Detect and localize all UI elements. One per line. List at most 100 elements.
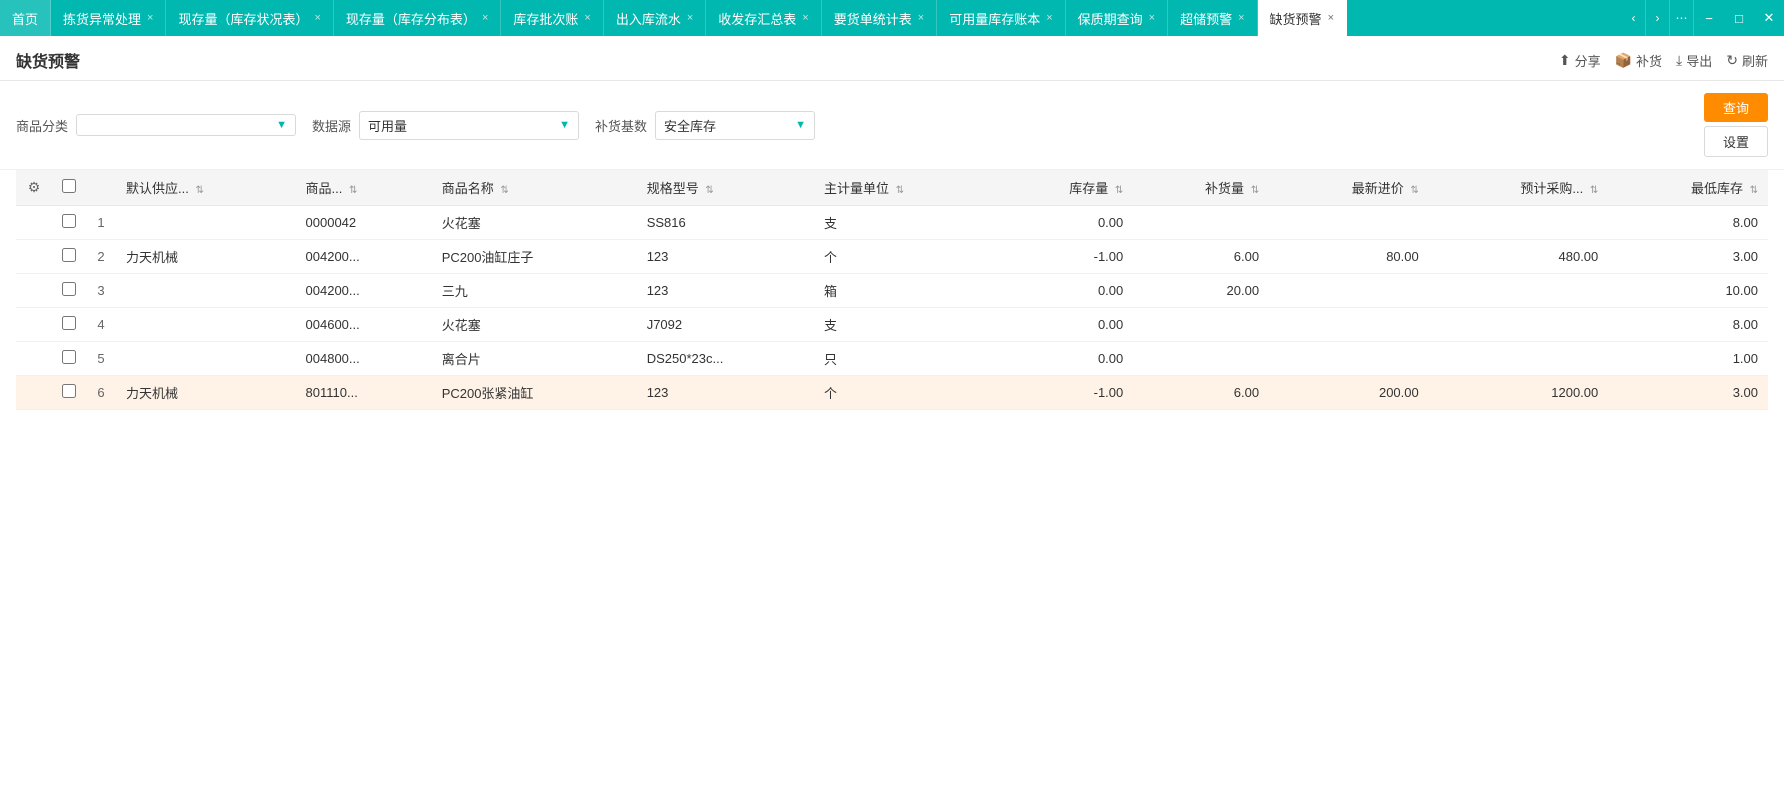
tab-close-3[interactable]: × (482, 12, 488, 24)
th-checkbox[interactable] (52, 170, 86, 206)
tab-item-6[interactable]: 收发存汇总表× (706, 0, 821, 36)
row-unit-2: 箱 (814, 274, 998, 308)
th-num (86, 170, 116, 206)
tab-prev-btn[interactable]: ‹ (1622, 0, 1646, 36)
tab-close-7[interactable]: × (918, 12, 924, 24)
row-latest-price-3 (1269, 308, 1429, 342)
window-close-btn[interactable]: ✕ (1754, 0, 1784, 36)
row-num-3: 4 (86, 308, 116, 342)
row-unit-0: 支 (814, 206, 998, 240)
share-label: 分享 (1575, 51, 1601, 70)
row-spec-2: 123 (637, 274, 814, 308)
basis-select[interactable]: 安全库存 ▼ (655, 111, 815, 140)
row-goods-code-2: 004200... (296, 274, 432, 308)
row-unit-4: 只 (814, 342, 998, 376)
row-est-purchase-2 (1429, 274, 1609, 308)
row-min-stock-1: 3.00 (1608, 240, 1768, 274)
tab-close-11[interactable]: × (1328, 12, 1334, 24)
th-goods-name[interactable]: 商品名称 ⇅ (432, 170, 637, 206)
th-supplier[interactable]: 默认供应... ⇅ (116, 170, 296, 206)
sort-min-stock-icon: ⇅ (1750, 185, 1758, 196)
row-checkbox-0[interactable] (62, 214, 76, 228)
row-est-purchase-0 (1429, 206, 1609, 240)
tab-close-10[interactable]: × (1238, 12, 1244, 24)
row-checkbox-3[interactable] (62, 316, 76, 330)
tab-item-4[interactable]: 库存批次账× (501, 0, 603, 36)
row-checkbox-1[interactable] (62, 248, 76, 262)
tab-item-9[interactable]: 保质期查询× (1066, 0, 1168, 36)
th-stock[interactable]: 库存量 ⇅ (997, 170, 1133, 206)
tab-item-2[interactable]: 现存量（库存状况表）× (166, 0, 333, 36)
refresh-btn[interactable]: ↻ 刷新 (1726, 51, 1768, 70)
tab-close-6[interactable]: × (802, 12, 808, 24)
th-supplement[interactable]: 补货量 ⇅ (1133, 170, 1269, 206)
tab-close-9[interactable]: × (1149, 12, 1155, 24)
tab-next-btn[interactable]: › (1646, 0, 1670, 36)
row-min-stock-3: 8.00 (1608, 308, 1768, 342)
tab-item-7[interactable]: 要货单统计表× (822, 0, 937, 36)
gear-icon[interactable]: ⚙ (28, 179, 41, 195)
row-goods-name-4: 离合片 (432, 342, 637, 376)
settings-button[interactable]: 设置 (1704, 126, 1768, 157)
tab-item-3[interactable]: 现存量（库存分布表） × (334, 0, 501, 36)
th-latest-price[interactable]: 最新进价 ⇅ (1269, 170, 1429, 206)
th-goods-code[interactable]: 商品... ⇅ (296, 170, 432, 206)
row-gear-3 (16, 308, 52, 342)
row-goods-name-2: 三九 (432, 274, 637, 308)
tab-label-3: 现存量（库存分布表） (346, 9, 476, 28)
tab-item-8[interactable]: 可用量库存账本× (937, 0, 1065, 36)
refresh-icon: ↻ (1726, 52, 1738, 69)
th-min-stock[interactable]: 最低库存 ⇅ (1608, 170, 1768, 206)
category-label: 商品分类 (16, 116, 68, 135)
tab-item-5[interactable]: 出入库流水× (604, 0, 706, 36)
tab-item-1[interactable]: 拣货异常处理× (51, 0, 166, 36)
row-supplier-4 (116, 342, 296, 376)
category-select[interactable]: ▼ (76, 114, 296, 136)
table-row: 2力天机械004200...PC200油缸庄子123个-1.006.0080.0… (16, 240, 1768, 274)
tab-bar: 首页拣货异常处理×现存量（库存状况表）×现存量（库存分布表）×库存批次账×出入库… (0, 0, 1784, 36)
row-supplier-1: 力天机械 (116, 240, 296, 274)
tab-item-0[interactable]: 首页 (0, 0, 51, 36)
tab-close-2[interactable]: × (314, 12, 320, 24)
th-spec[interactable]: 规格型号 ⇅ (637, 170, 814, 206)
row-supplement-3 (1133, 308, 1269, 342)
th-est-purchase[interactable]: 预计采购... ⇅ (1429, 170, 1609, 206)
row-min-stock-4: 1.00 (1608, 342, 1768, 376)
th-gear[interactable]: ⚙ (16, 170, 52, 206)
window-minimize-btn[interactable]: − (1694, 0, 1724, 36)
row-min-stock-2: 10.00 (1608, 274, 1768, 308)
tab-menu-btn[interactable]: ⋯ (1670, 0, 1694, 36)
tab-close-8[interactable]: × (1046, 12, 1052, 24)
datasource-select[interactable]: 可用量 ▼ (359, 111, 579, 140)
row-checkbox-4[interactable] (62, 350, 76, 364)
row-supplement-5: 6.00 (1133, 376, 1269, 410)
share-btn[interactable]: ⬆ 分享 (1559, 51, 1601, 70)
row-checkbox-5[interactable] (62, 384, 76, 398)
table-row: 6力天机械801110...PC200张紧油缸123个-1.006.00200.… (16, 376, 1768, 410)
tab-close-4[interactable]: × (584, 12, 590, 24)
row-spec-3: J7092 (637, 308, 814, 342)
row-min-stock-0: 8.00 (1608, 206, 1768, 240)
th-unit[interactable]: 主计量单位 ⇅ (814, 170, 998, 206)
supplement-btn[interactable]: 📦 补货 (1615, 51, 1662, 70)
datasource-dropdown-icon: ▼ (559, 119, 570, 131)
export-btn[interactable]: ⤓ 导出 (1676, 51, 1712, 70)
tab-item-11[interactable]: 缺货预警× (1258, 0, 1347, 36)
sort-goods-name-icon: ⇅ (500, 185, 508, 196)
sort-latest-price-icon: ⇅ (1410, 185, 1418, 196)
basis-select-value: 安全库存 (664, 116, 716, 135)
row-goods-code-5: 801110... (296, 376, 432, 410)
table-row: 5004800...离合片DS250*23c...只0.001.00 (16, 342, 1768, 376)
export-label: 导出 (1686, 51, 1712, 70)
row-unit-5: 个 (814, 376, 998, 410)
window-maximize-btn[interactable]: □ (1724, 0, 1754, 36)
tab-close-1[interactable]: × (147, 12, 153, 24)
row-checkbox-cell-2 (52, 274, 86, 308)
query-button[interactable]: 查询 (1704, 93, 1768, 122)
row-supplier-3 (116, 308, 296, 342)
tab-close-5[interactable]: × (687, 12, 693, 24)
tab-item-10[interactable]: 超储预警× (1168, 0, 1257, 36)
basis-filter-group: 补货基数 安全库存 ▼ (595, 111, 815, 140)
row-checkbox-2[interactable] (62, 282, 76, 296)
select-all-checkbox[interactable] (62, 179, 76, 193)
